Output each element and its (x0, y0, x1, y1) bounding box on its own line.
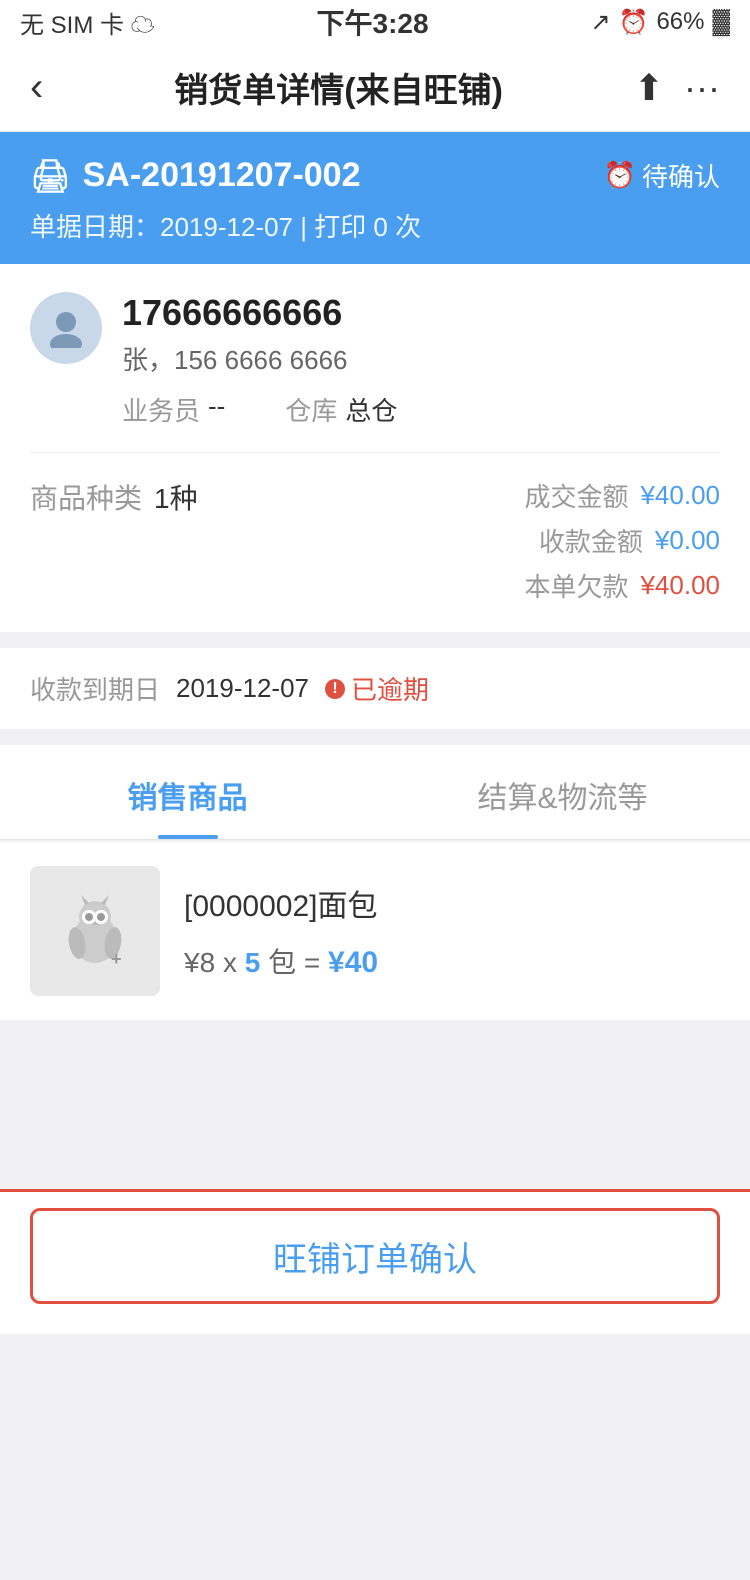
received-amount-label: 收款金额 (539, 522, 643, 559)
due-date-section: 收款到期日 2019-12-07 ! 已逾期 (0, 648, 750, 729)
product-thumbnail: + (55, 891, 135, 971)
customer-meta: 业务员 -- 仓库 总仓 (122, 391, 720, 428)
customer-info: 17666666666 张，156 6666 6666 业务员 -- 仓库 总仓 (122, 292, 720, 428)
owed-amount-value: ¥40.00 (640, 570, 720, 601)
nav-actions: ⬆ ··· (634, 67, 720, 109)
due-date-value: 2019-12-07 (176, 673, 309, 704)
svg-text:+: + (111, 949, 122, 969)
product-types-label: 商品种类 (30, 477, 142, 517)
summary-section: 商品种类 1种 成交金额 ¥40.00 收款金额 ¥0.00 本单欠款 ¥40.… (30, 453, 720, 604)
product-name: [0000002]面包 (184, 881, 720, 925)
customer-avatar (30, 292, 102, 364)
price-multiply: x (223, 947, 245, 978)
bottom-bar: 旺铺订单确认 (0, 1189, 750, 1334)
customer-summary-card: 17666666666 张，156 6666 6666 业务员 -- 仓库 总仓… (0, 264, 750, 632)
order-status-text: 待确认 (642, 157, 720, 194)
warehouse-value: 总仓 (345, 391, 397, 428)
product-unit: 包 (268, 947, 296, 978)
status-right: ↗ ⏰ 66% ▓ (590, 8, 730, 37)
summary-left: 商品种类 1种 (30, 477, 198, 517)
more-button[interactable]: ··· (684, 67, 720, 109)
tabs: 销售商品 结算&物流等 (0, 745, 750, 840)
confirm-order-button[interactable]: 旺铺订单确认 (30, 1208, 720, 1304)
nav-bar: ‹ 销货单详情(来自旺铺) ⬆ ··· (0, 44, 750, 132)
location-icon: ↗ (590, 8, 610, 37)
alarm-icon: ⏰ (619, 8, 649, 37)
price-equals: = (304, 947, 328, 978)
battery-label: 66% (656, 8, 704, 36)
product-price: ¥8 x 5 包 = ¥40 (184, 941, 720, 981)
salesperson-item: 业务员 -- (122, 391, 225, 428)
order-id: 🖨 SA-20191207-002 (30, 156, 361, 195)
product-card: + [0000002]面包 ¥8 x 5 包 = ¥40 (0, 842, 750, 1020)
owed-amount-label: 本单欠款 (524, 567, 628, 604)
overdue-icon: ! (325, 679, 345, 699)
order-date: 单据日期：2019-12-07 | 打印 0 次 (30, 207, 720, 244)
tab-settlement-logistics[interactable]: 结算&物流等 (375, 745, 750, 839)
tab-sales-products[interactable]: 销售商品 (0, 745, 375, 839)
deal-amount-row: 成交金额 ¥40.00 (524, 477, 720, 514)
customer-phone: 17666666666 (122, 292, 720, 334)
status-bar: 无 SIM 卡 ☁ 下午3:28 ↗ ⏰ 66% ▓ (0, 0, 750, 44)
due-date-label: 收款到期日 (30, 670, 160, 707)
order-header: 🖨 SA-20191207-002 ⏰ 待确认 单据日期：2019-12-07 … (0, 132, 750, 264)
overdue-text: 已逾期 (351, 670, 429, 707)
order-id-text: SA-20191207-002 (83, 156, 361, 195)
product-total: ¥40 (328, 946, 378, 979)
battery-icon: ▓ (712, 8, 730, 36)
product-types-item: 商品种类 1种 (30, 477, 198, 517)
customer-section: 17666666666 张，156 6666 6666 业务员 -- 仓库 总仓 (30, 292, 720, 453)
deal-amount-label: 成交金额 (524, 477, 628, 514)
summary-right: 成交金额 ¥40.00 收款金额 ¥0.00 本单欠款 ¥40.00 (524, 477, 720, 604)
price-per-unit: ¥8 (184, 947, 215, 978)
product-quantity: 5 (245, 947, 261, 978)
status-left: 无 SIM 卡 ☁ (20, 5, 155, 40)
product-image: + (30, 866, 160, 996)
share-button[interactable]: ⬆ (634, 67, 664, 109)
page-title: 销货单详情(来自旺铺) (174, 63, 503, 112)
deal-amount-value: ¥40.00 (640, 480, 720, 511)
owed-amount-row: 本单欠款 ¥40.00 (524, 567, 720, 604)
product-info: [0000002]面包 ¥8 x 5 包 = ¥40 (184, 881, 720, 981)
tabs-section: 销售商品 结算&物流等 (0, 745, 750, 840)
order-icon: 🖨 (30, 157, 71, 195)
customer-name: 张，156 6666 6666 (122, 340, 720, 377)
received-amount-value: ¥0.00 (655, 525, 720, 556)
salesperson-label: 业务员 (122, 391, 200, 428)
product-types-value: 1种 (154, 477, 198, 517)
overdue-badge: ! 已逾期 (325, 670, 429, 707)
received-amount-row: 收款金额 ¥0.00 (539, 522, 720, 559)
back-button[interactable]: ‹ (30, 65, 43, 110)
warehouse-label: 仓库 (285, 391, 337, 428)
summary-row: 商品种类 1种 成交金额 ¥40.00 收款金额 ¥0.00 本单欠款 ¥40.… (30, 477, 720, 604)
no-sim-label: 无 SIM 卡 ☁ (20, 5, 155, 40)
order-status: ⏰ 待确认 (604, 157, 720, 194)
salesperson-value: -- (208, 391, 225, 428)
status-time: 下午3:28 (317, 2, 429, 42)
status-clock-icon: ⏰ (604, 160, 636, 191)
warehouse-item: 仓库 总仓 (285, 391, 397, 428)
